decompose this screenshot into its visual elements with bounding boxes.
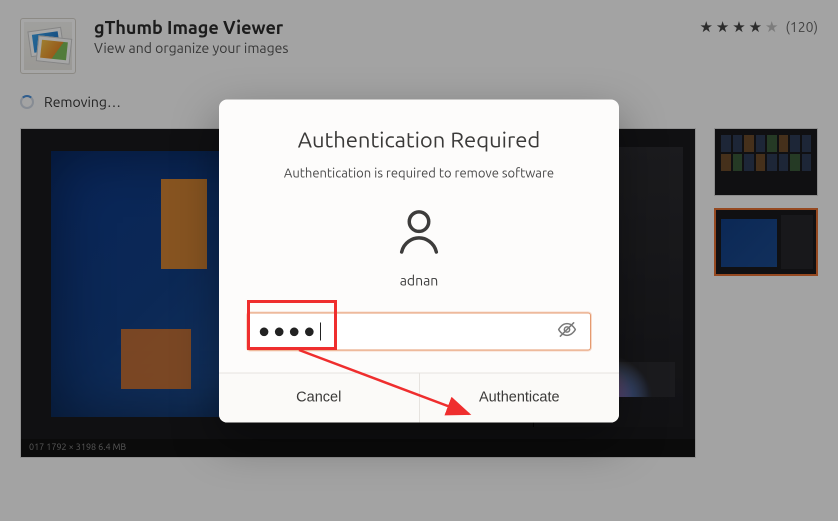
user-icon (393, 206, 445, 262)
dialog-title: Authentication Required (247, 127, 591, 152)
reveal-password-button[interactable] (554, 318, 580, 344)
password-field-wrap: ●●●● (247, 312, 591, 350)
password-input[interactable]: ●●●● (258, 321, 318, 341)
cancel-button[interactable]: Cancel (219, 373, 420, 422)
text-caret (320, 322, 321, 340)
dialog-subtitle: Authentication is required to remove sof… (247, 166, 591, 180)
eye-off-icon (557, 320, 577, 343)
dialog-username: adnan (400, 272, 439, 288)
auth-dialog: Authentication Required Authentication i… (219, 99, 619, 422)
authenticate-button[interactable]: Authenticate (420, 373, 620, 422)
